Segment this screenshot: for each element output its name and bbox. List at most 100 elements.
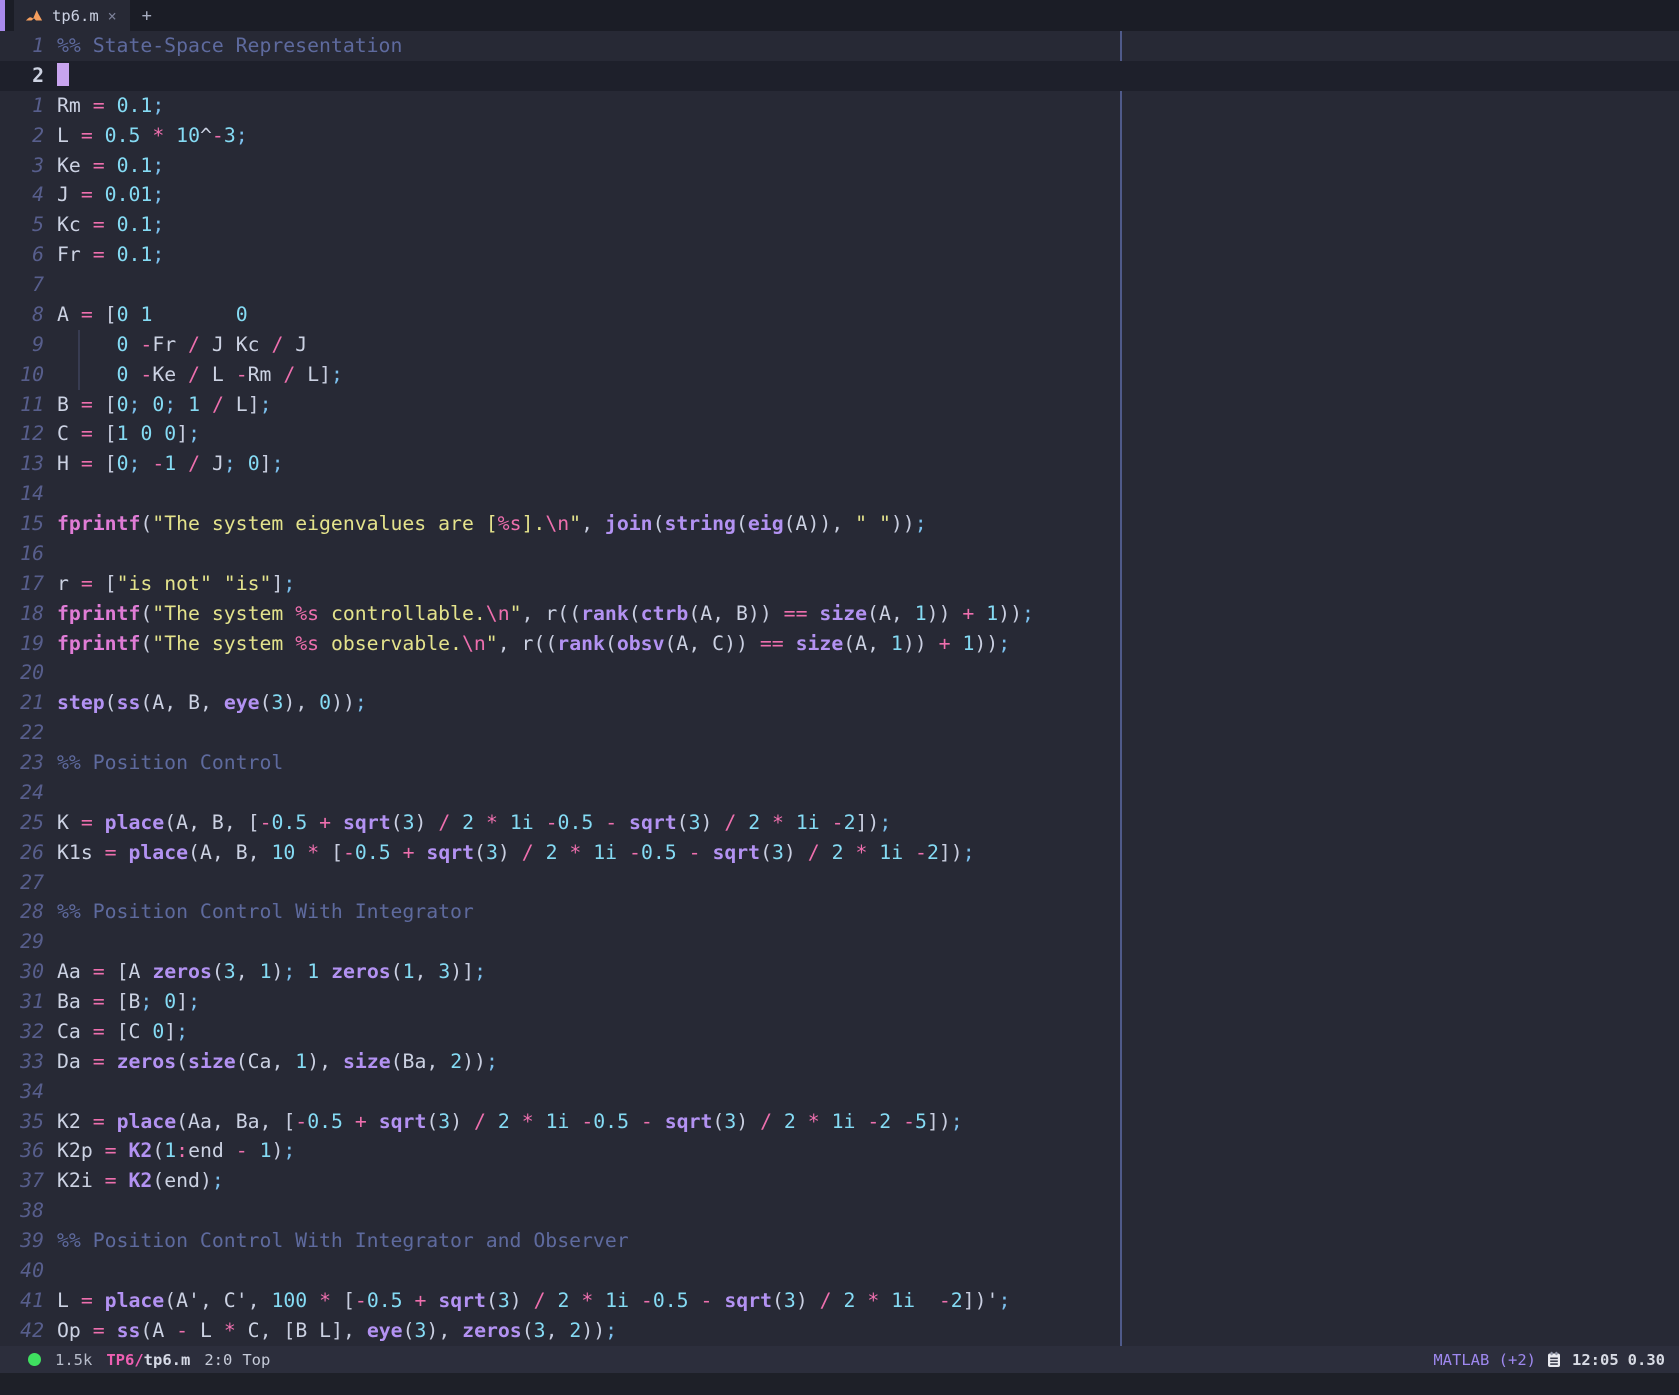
code-token: place [105, 811, 165, 834]
code-line[interactable]: 28%% Position Control With Integrator [0, 897, 1679, 927]
code-line[interactable]: 6Fr = 0.1; [0, 240, 1679, 270]
code-token: , [414, 960, 426, 983]
code-line[interactable]: 2 [0, 61, 1679, 91]
code-token: , [319, 1050, 331, 1073]
code-line[interactable]: 5Kc = 0.1; [0, 210, 1679, 240]
code-line[interactable]: 35K2 = place(Aa, Ba, [-0.5 + sqrt(3) / 2… [0, 1107, 1679, 1137]
code-line[interactable]: 33Da = zeros(size(Ca, 1), size(Ba, 2)); [0, 1047, 1679, 1077]
indent-guide [78, 360, 80, 390]
code-token: 2 [844, 811, 856, 834]
code-line[interactable]: 18fprintf("The system %s controllable.\n… [0, 599, 1679, 629]
new-tab-button[interactable]: + [130, 0, 164, 31]
code-token: A [879, 602, 891, 625]
code-line[interactable]: 22 [0, 718, 1679, 748]
code-line[interactable]: 36K2p = K2(1:end - 1); [0, 1136, 1679, 1166]
code-token: 0.1 [117, 213, 153, 236]
code-text: Op = ss(A - L * C, [B L], eye(3), zeros(… [57, 1319, 617, 1342]
code-line[interactable]: 42Op = ss(A - L * C, [B L], eye(3), zero… [0, 1316, 1679, 1346]
code-token: Fr [57, 243, 93, 266]
code-line[interactable]: 16 [0, 539, 1679, 569]
load-average: 0.30 [1628, 1351, 1665, 1369]
code-token [974, 602, 986, 625]
code-token: / [724, 811, 736, 834]
code-token: ) [510, 1289, 522, 1312]
code-line[interactable]: 25K = place(A, B, [-0.5 + sqrt(3) / 2 * … [0, 808, 1679, 838]
code-token: / [283, 363, 295, 386]
code-token: - [212, 124, 224, 147]
code-token [534, 1110, 546, 1133]
code-line[interactable]: 19fprintf("The system %s observable.\n",… [0, 629, 1679, 659]
code-token [164, 124, 176, 147]
tab-label[interactable]: tp6.m [52, 7, 99, 25]
code-token: )) [807, 512, 831, 535]
code-token: * [581, 1289, 593, 1312]
code-token: 0 [236, 303, 248, 326]
code-token: B [724, 602, 748, 625]
code-line[interactable]: 34 [0, 1077, 1679, 1107]
code-line[interactable]: 3Ke = 0.1; [0, 151, 1679, 181]
code-token: = [93, 990, 105, 1013]
code-line[interactable]: 2L = 0.5 * 10^-3; [0, 121, 1679, 151]
code-text: Da = zeros(size(Ca, 1), size(Ba, 2)); [57, 1050, 498, 1073]
code-token: - [939, 1289, 951, 1312]
code-line[interactable]: 23%% Position Control [0, 748, 1679, 778]
code-line[interactable]: 37K2i = K2(end); [0, 1166, 1679, 1196]
code-token [140, 452, 152, 475]
code-line[interactable]: 38 [0, 1196, 1679, 1226]
code-line[interactable]: 21step(ss(A, B, eye(3), 0)); [0, 688, 1679, 718]
code-token: ]) [927, 1110, 951, 1133]
command-line[interactable] [0, 1373, 1679, 1395]
code-line[interactable]: 13H = [0; -1 / J; 0]; [0, 449, 1679, 479]
code-line[interactable]: 29 [0, 927, 1679, 957]
code-line[interactable]: 9 0 -Fr / J Kc / J [0, 330, 1679, 360]
code-line[interactable]: 17r = ["is not" "is"]; [0, 569, 1679, 599]
code-line[interactable]: 24 [0, 778, 1679, 808]
code-line[interactable]: 7 [0, 270, 1679, 300]
code-line[interactable]: 20 [0, 658, 1679, 688]
code-token: ; [188, 422, 200, 445]
code-token: [ [105, 572, 117, 595]
tab-close-icon[interactable]: × [108, 7, 117, 25]
code-line[interactable]: 32Ca = [C 0]; [0, 1017, 1679, 1047]
code-token: 3 [784, 1289, 796, 1312]
code-token [855, 1289, 867, 1312]
code-token: A [796, 512, 808, 535]
code-line[interactable]: 8A = [0 1 0 [0, 300, 1679, 330]
code-token: 3 [438, 960, 450, 983]
code-token: ( [665, 632, 677, 655]
code-line[interactable]: 10 0 -Ke / L -Rm / L]; [0, 360, 1679, 390]
code-token: ( [140, 512, 152, 535]
code-line[interactable]: 12C = [1 0 0]; [0, 419, 1679, 449]
code-token: ] [331, 1319, 343, 1342]
code-line[interactable]: 40 [0, 1256, 1679, 1286]
code-token: - [176, 1319, 188, 1342]
line-number: 31 [0, 987, 57, 1017]
code-token: 2 [879, 1110, 891, 1133]
code-token [498, 811, 510, 834]
tab-tp6[interactable]: tp6.m × [14, 0, 130, 31]
code-token: ( [712, 1110, 724, 1133]
code-token [283, 1050, 295, 1073]
code-line[interactable]: 30Aa = [A zeros(3, 1); 1 zeros(1, 3)]; [0, 957, 1679, 987]
code-line[interactable]: 26K1s = place(A, B, 10 * [-0.5 + sqrt(3)… [0, 838, 1679, 868]
code-token: 3 [689, 811, 701, 834]
code-line[interactable]: 41L = place(A', C', 100 * [-0.5 + sqrt(3… [0, 1286, 1679, 1316]
code-line[interactable]: 4J = 0.01; [0, 180, 1679, 210]
code-line[interactable]: 15fprintf("The system eigenvalues are [%… [0, 509, 1679, 539]
code-token: 3 [534, 1319, 546, 1342]
code-token: B [176, 691, 200, 714]
code-token: ) [498, 841, 510, 864]
code-line[interactable]: 27 [0, 868, 1679, 898]
code-token: , [200, 691, 212, 714]
code-token: ( [140, 632, 152, 655]
code-token: 1i [891, 1289, 915, 1312]
code-line[interactable]: 39%% Position Control With Integrator an… [0, 1226, 1679, 1256]
code-line[interactable]: 31Ba = [B; 0]; [0, 987, 1679, 1017]
line-number: 36 [0, 1136, 57, 1166]
code-line[interactable]: 11B = [0; 0; 1 / L]; [0, 390, 1679, 420]
code-line[interactable]: 14 [0, 479, 1679, 509]
code-line[interactable]: 1%% State-Space Representation [0, 31, 1679, 61]
code-token: 0 [117, 363, 129, 386]
code-line[interactable]: 1Rm = 0.1; [0, 91, 1679, 121]
code-token [820, 841, 832, 864]
